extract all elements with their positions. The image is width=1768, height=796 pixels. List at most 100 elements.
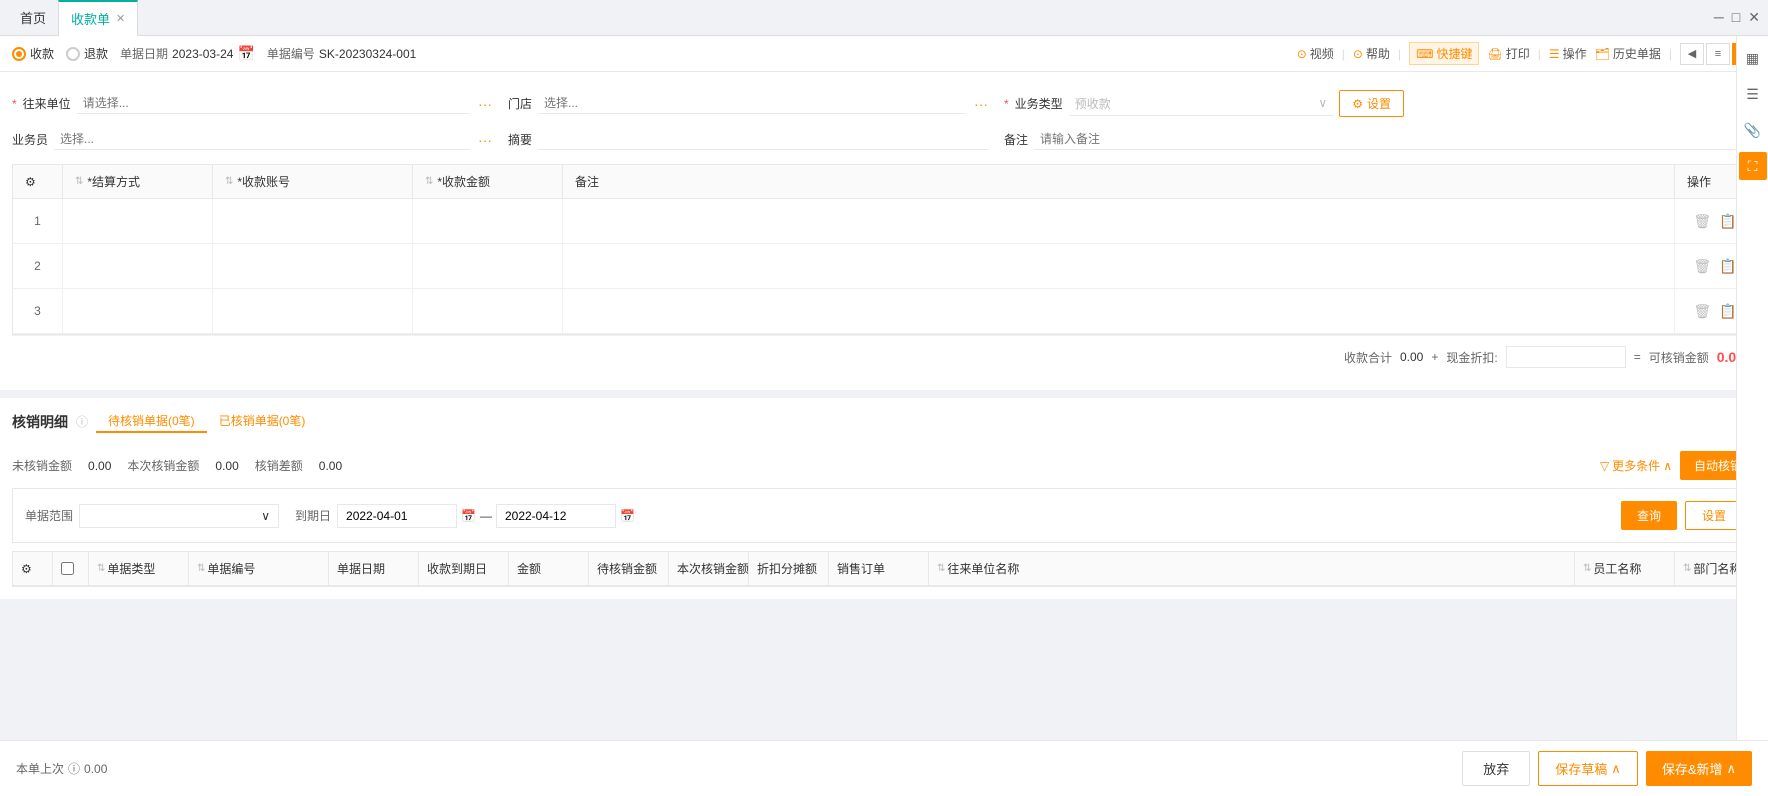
save-draft-button[interactable]: 保存草稿 ∧ [1538,751,1638,786]
abandon-button[interactable]: 放弃 [1462,751,1530,786]
bth-sales-order: 销售订单 [829,552,929,585]
query-button[interactable]: 查询 [1621,501,1677,530]
footer-info: 本单上次 ⓘ 0.00 [16,760,107,777]
maximize-button[interactable]: □ [1732,9,1740,26]
radio-receive-label: 收款 [30,45,54,62]
row-3-settlement[interactable] [63,289,213,333]
tab-receipt-label: 收款单 [71,9,110,28]
row-3-remark[interactable] [563,289,1675,333]
gear-icon: ⚙ [1352,97,1363,111]
tab-pending[interactable]: 待核销单据(0笔) [96,410,207,433]
range-select[interactable]: ∨ [79,504,279,528]
row-1-account[interactable] [213,199,413,243]
search-settings-button[interactable]: 设置 [1685,501,1743,530]
verification-title: 核销明细 [12,412,68,432]
footer-buttons: 放弃 保存草稿 ∧ 保存&新增 ∧ [1462,751,1752,786]
more-conditions-button[interactable]: ▽ 更多条件 ∧ [1600,457,1672,474]
search-form: 单据范围 ∨ 到期日 📅 — 📅 查询 [12,488,1756,543]
view-prev-button[interactable]: ◀ [1680,43,1704,65]
shortcut-button[interactable]: ⌨ 快捷键 [1409,42,1479,65]
due-date-field: 到期日 📅 — 📅 [295,504,635,528]
filter-row: ▽ 更多条件 ∧ 自动核销 [1600,451,1756,480]
date-to-input[interactable] [496,504,616,528]
tab-close-icon[interactable]: ✕ [116,12,125,25]
row-2-account[interactable] [213,244,413,288]
row-1-remark[interactable] [563,199,1675,243]
print-button[interactable]: 🖨 打印 [1487,45,1529,62]
save-draft-chevron-icon: ∧ [1611,761,1621,777]
row-3-copy-icon[interactable]: 📋 [1719,303,1736,320]
row-3-account[interactable] [213,289,413,333]
prev-label: 本单上次 [16,760,64,777]
business-type-select[interactable]: 预收款 ∨ [1069,92,1334,116]
counterparty-more-icon[interactable]: ··· [478,96,492,112]
staff-more-icon[interactable]: ··· [478,132,492,148]
radio-receive[interactable]: 收款 [12,45,54,62]
date-from-input[interactable] [337,504,457,528]
row-3-amount[interactable] [413,289,563,333]
shop-input[interactable] [538,93,966,114]
footer-info-icon[interactable]: ⓘ [68,760,80,777]
settings-button[interactable]: ⚙ 设置 [1339,90,1404,117]
th-settings[interactable]: ⚙ [13,165,63,198]
th-account: ⇅ *收款账号 [213,165,413,198]
summary-input[interactable] [538,129,988,150]
bth-discount: 折扣分摊额 [749,552,829,585]
tab-done[interactable]: 已核销单据(0笔) [207,410,318,433]
history-button[interactable]: 🗂 历史单据 [1595,45,1661,62]
toolbar-right: ⊙ 视频 | ⊙ 帮助 | ⌨ 快捷键 🖨 打印 | ☰ 操作 🗂 历史单据 |… [1297,42,1756,65]
sidebar-expand-icon[interactable]: ⛶ [1739,152,1767,180]
counterparty-field: * 往来单位 ··· [12,93,492,114]
remark-input[interactable] [1034,129,1756,150]
radio-refund[interactable]: 退款 [66,45,108,62]
help-button[interactable]: ⊙ 帮助 [1353,45,1390,62]
staff-field: 业务员 ··· [12,129,492,150]
history-icon: 🗂 [1595,47,1610,61]
counterparty-input[interactable] [77,93,470,114]
query-label: 查询 [1637,509,1661,523]
bth-doc-date-label: 单据日期 [337,560,385,577]
shop-field: 门店 ··· [508,93,988,114]
video-button[interactable]: ⊙ 视频 [1297,45,1334,62]
row-1-copy-icon[interactable]: 📋 [1719,213,1736,230]
view-list-button[interactable]: ≡ [1706,43,1730,65]
row-2-amount[interactable] [413,244,563,288]
calendar-icon[interactable]: 📅 [237,45,254,62]
calendar-from-icon[interactable]: 📅 [461,509,476,523]
row-2-delete-icon[interactable]: 🗑 [1693,258,1711,275]
row-3-delete-icon[interactable]: 🗑 [1693,303,1711,320]
row-1-settlement[interactable] [63,199,213,243]
sidebar-clip-icon[interactable]: 📎 [1739,116,1767,144]
row-2-remark[interactable] [563,244,1675,288]
staff-label: 业务员 [12,131,48,148]
row-2-copy-icon[interactable]: 📋 [1719,258,1736,275]
th-settlement: ⇅ *结算方式 [63,165,213,198]
staff-input[interactable] [54,129,470,150]
bth-doc-no: ⇅ 单据编号 [189,552,329,585]
sidebar-list-icon[interactable]: ☰ [1739,80,1767,108]
shop-more-icon[interactable]: ··· [974,96,988,112]
main-form: * 往来单位 ··· 门店 ··· * 业务类型 预收款 ∨ ⚙ 设置 [0,72,1768,390]
sidebar-table-icon[interactable]: ▦ [1739,44,1767,72]
operation-button[interactable]: ☰ 操作 [1549,45,1587,62]
minimize-button[interactable]: ─ [1714,9,1724,26]
search-settings-label: 设置 [1702,509,1726,523]
calendar-to-icon[interactable]: 📅 [620,509,635,523]
bth-current-label: 本次核销金额 [677,560,749,577]
row-1-delete-icon[interactable]: 🗑 [1693,213,1711,230]
bth-checkbox[interactable] [53,552,89,585]
row-1-amount[interactable] [413,199,563,243]
row-2-settlement[interactable] [63,244,213,288]
right-sidebar: ▦ ☰ 📎 ⛶ [1736,36,1768,796]
tab-receipt[interactable]: 收款单 ✕ [58,0,138,36]
close-button[interactable]: ✕ [1748,9,1760,26]
info-icon[interactable]: ⓘ [76,413,88,430]
diff-value: 0.00 [319,459,342,473]
more-conditions-label: 更多条件 [1612,457,1660,474]
discount-input[interactable] [1506,346,1626,368]
tab-home[interactable]: 首页 [8,0,58,36]
bth-settings[interactable]: ⚙ [13,552,53,585]
select-all-checkbox[interactable] [61,562,74,575]
save-new-button[interactable]: 保存&新增 ∧ [1646,751,1752,786]
settings-label: 设置 [1367,95,1391,112]
